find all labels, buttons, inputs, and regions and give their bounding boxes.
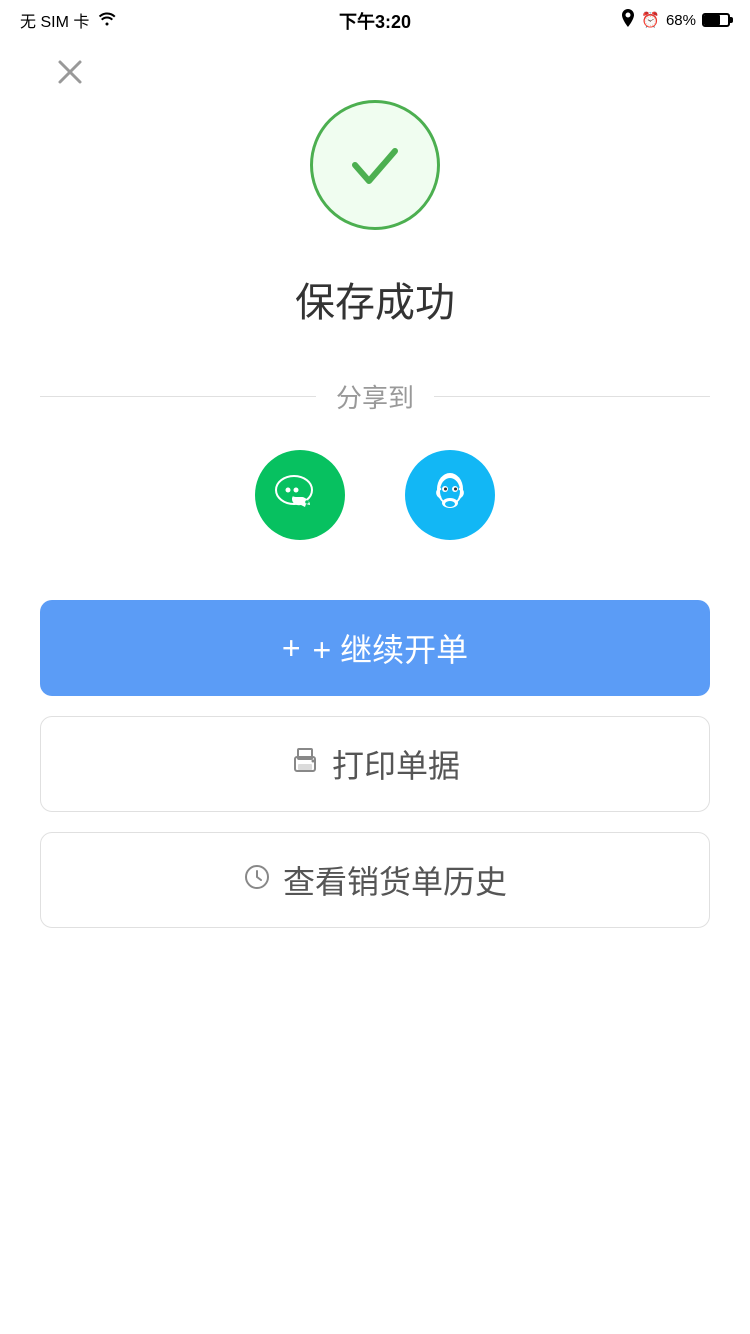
- share-label: 分享到: [316, 378, 434, 415]
- battery-indicator: [702, 13, 730, 27]
- close-button[interactable]: [50, 52, 90, 92]
- share-divider: 分享到: [0, 378, 750, 415]
- checkmark-icon: [345, 135, 405, 195]
- status-time: 下午3:20: [339, 8, 411, 34]
- print-icon: [290, 746, 320, 783]
- success-icon-circle: [310, 100, 440, 230]
- main-content: 保存成功 分享到: [0, 40, 750, 928]
- battery-percent: 68%: [666, 12, 696, 29]
- print-button-label: 打印单据: [332, 741, 460, 787]
- history-button[interactable]: 查看销货单历史: [40, 832, 710, 928]
- history-icon: [243, 862, 271, 899]
- continue-order-button[interactable]: + + 继续开单: [40, 600, 710, 696]
- wifi-icon: [97, 10, 117, 31]
- share-section: 分享到: [0, 378, 750, 540]
- status-bar: 无 SIM 卡 下午3:20 ⏰ 68%: [0, 0, 750, 40]
- status-left: 无 SIM 卡: [20, 8, 117, 32]
- print-button[interactable]: 打印单据: [40, 716, 710, 812]
- no-sim-text: 无 SIM 卡: [20, 8, 89, 32]
- action-buttons: + + 继续开单 打印单据 查看销货单历: [0, 600, 750, 928]
- share-icons-row: [0, 450, 750, 540]
- location-icon: [621, 9, 635, 31]
- wechat-share-button[interactable]: [255, 450, 345, 540]
- status-right: ⏰ 68%: [621, 9, 730, 31]
- alarm-icon: ⏰: [641, 11, 660, 29]
- plus-icon: +: [282, 630, 301, 667]
- history-button-label: 查看销货单历史: [283, 857, 507, 903]
- continue-button-label: + 继续开单: [313, 625, 469, 671]
- divider-line-right: [434, 396, 710, 397]
- success-title: 保存成功: [295, 270, 455, 328]
- divider-line-left: [40, 396, 316, 397]
- qq-share-button[interactable]: [405, 450, 495, 540]
